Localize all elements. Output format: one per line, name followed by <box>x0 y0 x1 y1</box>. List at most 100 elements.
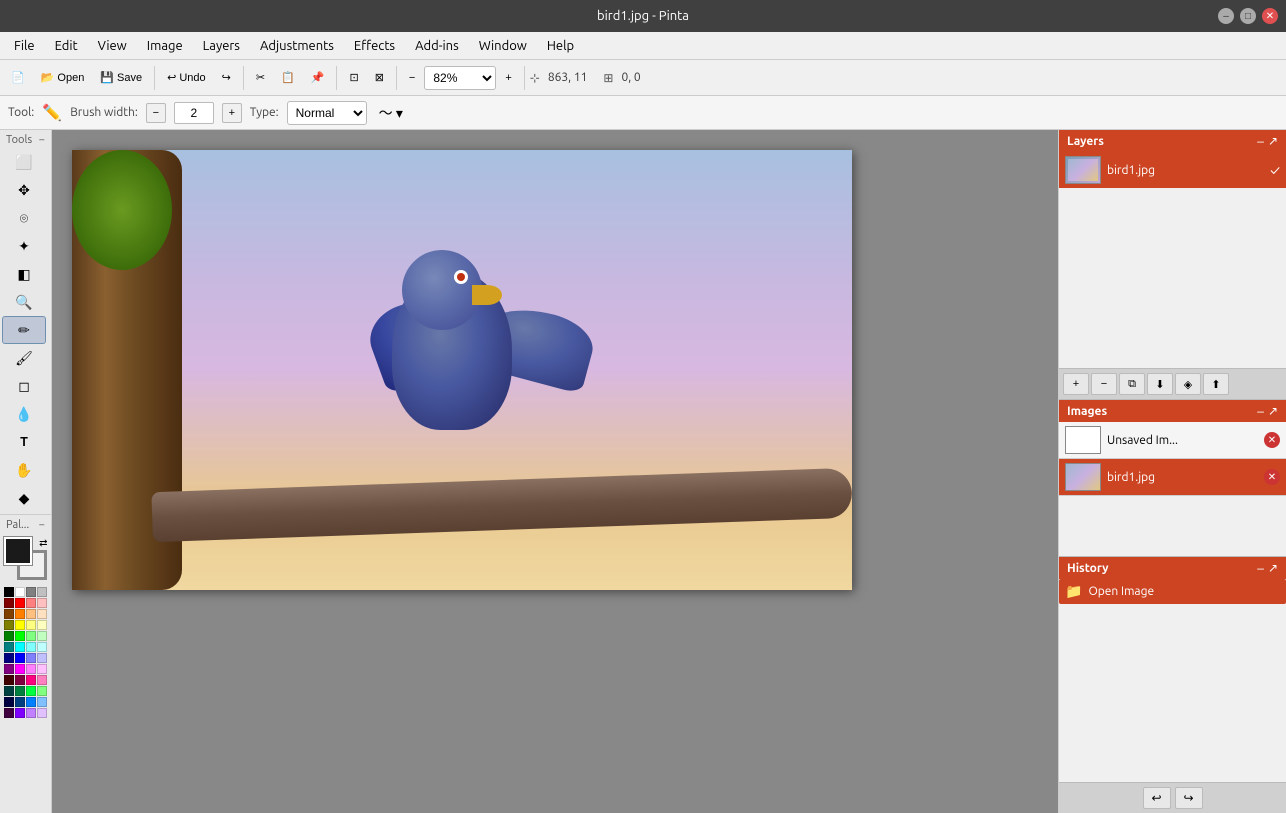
swatch-purple[interactable] <box>4 664 14 674</box>
swatch-verylight-red[interactable] <box>37 598 47 608</box>
swatch-verydarkred[interactable] <box>4 675 14 685</box>
swatch-olive[interactable] <box>4 620 14 630</box>
layer-item-bird1[interactable]: bird1.jpg ✓ <box>1059 152 1286 188</box>
swatch-darkforest[interactable] <box>15 686 25 696</box>
swatch-cyan[interactable] <box>15 642 25 652</box>
images-collapse-button[interactable]: – <box>1257 404 1264 418</box>
close-button[interactable]: ✕ <box>1262 8 1278 24</box>
swatch-magenta[interactable] <box>15 664 25 674</box>
brush-width-decrease[interactable]: − <box>146 103 166 123</box>
unsaved-image-close[interactable]: ✕ <box>1264 432 1280 448</box>
redo-button[interactable]: ↪ <box>215 67 238 88</box>
minimize-button[interactable]: – <box>1218 8 1234 24</box>
menu-help[interactable]: Help <box>537 35 584 57</box>
bird1-image-close[interactable]: ✕ <box>1264 469 1280 485</box>
swatch-yellow[interactable] <box>15 620 25 630</box>
swatch-palecyan[interactable] <box>37 642 47 652</box>
swatch-lightcyan[interactable] <box>26 642 36 652</box>
swatch-skyblue[interactable] <box>26 697 36 707</box>
tool-hand[interactable]: ✋ <box>2 456 46 484</box>
menu-layers[interactable]: Layers <box>193 35 250 57</box>
swatch-green[interactable] <box>15 631 25 641</box>
swatch-darkgreen[interactable] <box>4 631 14 641</box>
swatch-navy[interactable] <box>4 653 14 663</box>
swatch-palelavender[interactable] <box>37 708 47 718</box>
swatch-lightmagenta[interactable] <box>26 664 36 674</box>
menu-image[interactable]: Image <box>137 35 193 57</box>
cut-button[interactable]: ✂ <box>249 67 272 88</box>
swatch-darkblue[interactable] <box>15 697 25 707</box>
menu-window[interactable]: Window <box>469 35 537 57</box>
swatch-lightyellow[interactable] <box>26 620 36 630</box>
canvas-image[interactable] <box>72 150 852 590</box>
swatch-brown[interactable] <box>4 609 14 619</box>
swatch-darkred[interactable] <box>4 598 14 608</box>
swatch-paleyellow[interactable] <box>37 620 47 630</box>
new-button[interactable]: 📄 <box>4 67 32 88</box>
swatch-violet[interactable] <box>15 708 25 718</box>
zoom-select[interactable]: 82% 100% 50% 200% <box>424 66 496 90</box>
swatch-orange[interactable] <box>15 609 25 619</box>
merge-down-button[interactable]: ⬇ <box>1147 373 1173 395</box>
tool-fill[interactable]: ◆ <box>2 484 46 512</box>
canvas-area[interactable] <box>52 130 1058 813</box>
deselect-button[interactable]: ⊠ <box>368 67 391 88</box>
tool-pencil[interactable]: ✏ <box>2 316 46 344</box>
history-float-button[interactable]: ↗ <box>1268 561 1278 575</box>
swatch-darkviolet[interactable] <box>4 708 14 718</box>
brush-width-input[interactable] <box>174 102 214 124</box>
swatch-lightred[interactable] <box>26 598 36 608</box>
layers-collapse-button[interactable]: – <box>1257 134 1264 148</box>
swatch-palegreen[interactable] <box>37 631 47 641</box>
duplicate-layer-button[interactable]: ⧉ <box>1119 373 1145 395</box>
swatch-darkpink[interactable] <box>15 675 25 685</box>
zoom-in-button[interactable]: + <box>498 68 518 88</box>
swatch-lightgray[interactable] <box>37 587 47 597</box>
tool-lasso[interactable]: ⌾ <box>2 204 46 232</box>
history-collapse-button[interactable]: – <box>1257 561 1264 575</box>
tool-move[interactable]: ✥ <box>2 176 46 204</box>
tool-text[interactable]: T <box>2 428 46 456</box>
tool-paintbrush[interactable]: 🖌 <box>2 344 46 372</box>
paste-button[interactable]: 📌 <box>304 67 332 88</box>
swatch-mint2[interactable] <box>37 686 47 696</box>
add-layer-button[interactable]: + <box>1063 373 1089 395</box>
swatch-gray[interactable] <box>26 587 36 597</box>
copy-button[interactable]: 📋 <box>274 67 302 88</box>
swatch-red[interactable] <box>15 598 25 608</box>
swatch-white[interactable] <box>15 587 25 597</box>
menu-view[interactable]: View <box>88 35 137 57</box>
swatch-blue[interactable] <box>15 653 25 663</box>
tool-color-picker[interactable]: 💧 <box>2 400 46 428</box>
palette-collapse[interactable]: − <box>39 519 45 531</box>
brush-type-select[interactable]: Normal Flat Round Square <box>287 101 367 125</box>
swatch-lightsky[interactable] <box>37 697 47 707</box>
swatch-hotpink[interactable] <box>26 675 36 685</box>
swatch-black[interactable] <box>4 587 14 597</box>
tools-collapse[interactable]: − <box>39 134 45 146</box>
maximize-button[interactable]: □ <box>1240 8 1256 24</box>
history-item-open[interactable]: 📁 Open Image <box>1059 579 1286 604</box>
menu-file[interactable]: File <box>4 35 45 57</box>
swap-colors-icon[interactable]: ⇄ <box>39 537 47 549</box>
swatch-verydarknav[interactable] <box>4 697 14 707</box>
tool-zoom[interactable]: 🔍 <box>2 288 46 316</box>
tool-eraser[interactable]: ◻ <box>2 372 46 400</box>
save-button[interactable]: 💾 Save <box>93 67 149 88</box>
zoom-out-button[interactable]: − <box>402 68 422 88</box>
primary-color-swatch[interactable] <box>4 537 32 565</box>
swatch-teal[interactable] <box>4 642 14 652</box>
tool-gradient[interactable]: ◧ <box>2 260 46 288</box>
swatch-lightgreen[interactable] <box>26 631 36 641</box>
menu-adjustments[interactable]: Adjustments <box>250 35 344 57</box>
brush-width-increase[interactable]: + <box>222 103 242 123</box>
swatch-lightpink[interactable] <box>37 675 47 685</box>
undo-button[interactable]: ↩ Undo <box>160 67 213 88</box>
swatch-lavender[interactable] <box>26 708 36 718</box>
menu-addins[interactable]: Add-ins <box>405 35 469 57</box>
swatch-mint[interactable] <box>26 686 36 696</box>
delete-layer-button[interactable]: − <box>1091 373 1117 395</box>
images-float-button[interactable]: ↗ <box>1268 404 1278 418</box>
history-undo-button[interactable]: ↩ <box>1143 787 1171 809</box>
swatch-lightblue[interactable] <box>26 653 36 663</box>
